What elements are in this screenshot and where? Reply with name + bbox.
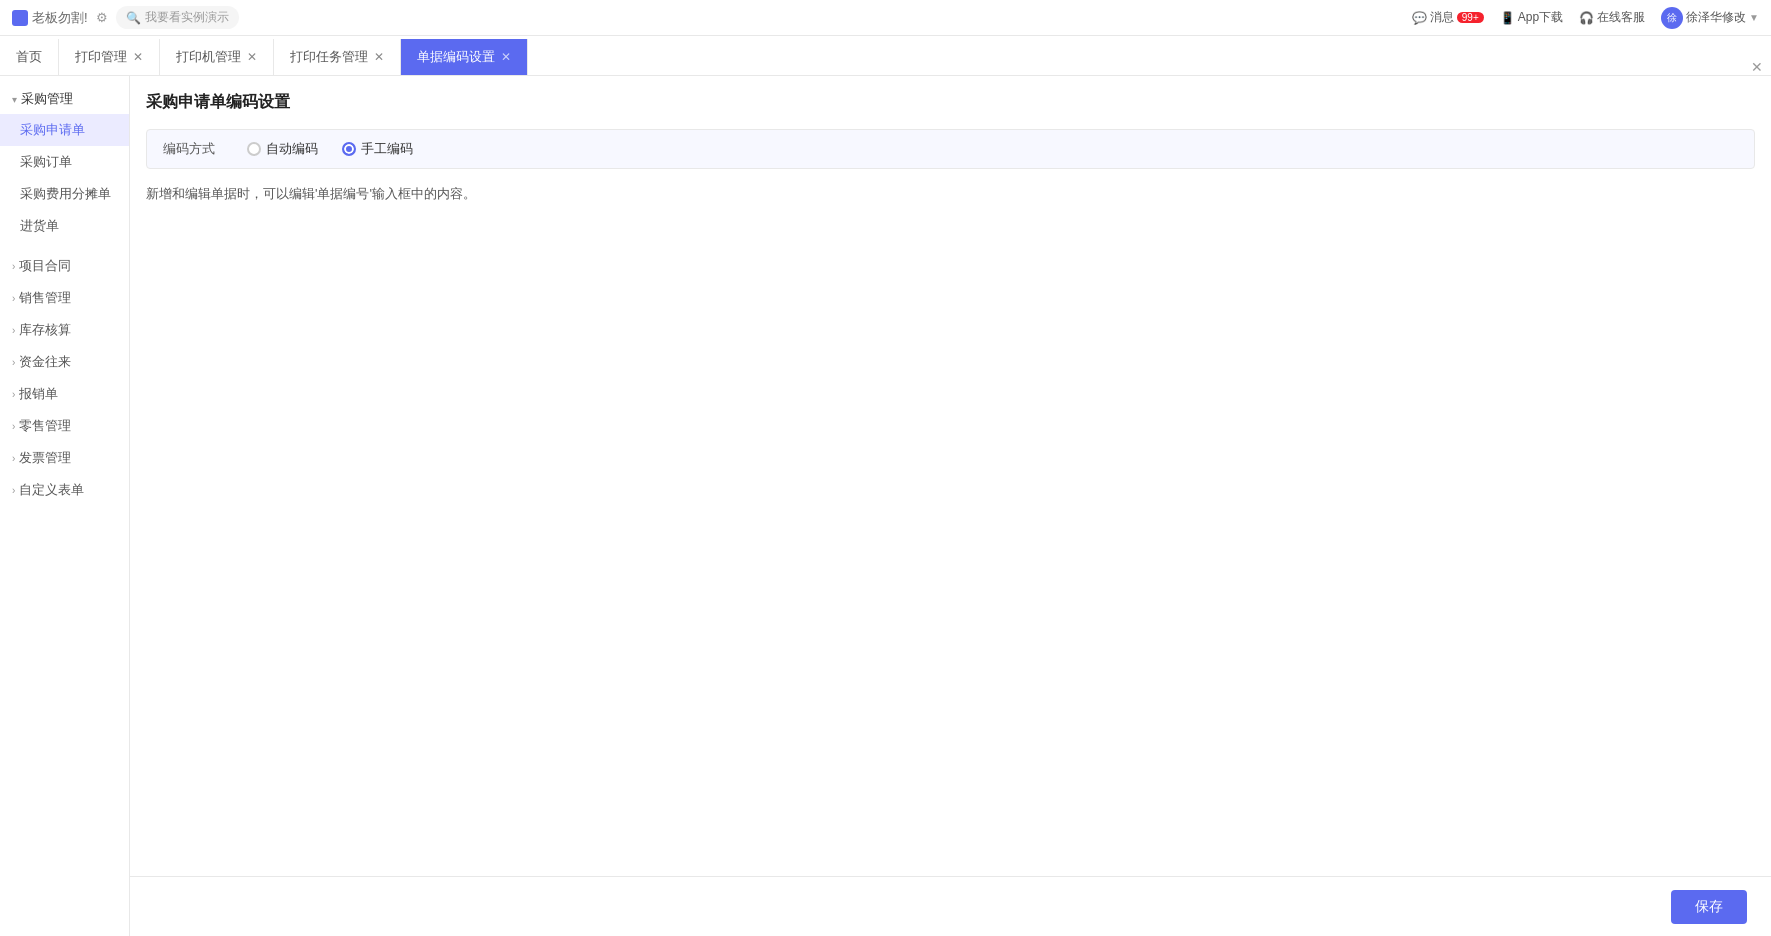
radio-auto-label: 自动编码 (266, 140, 318, 158)
sidebar-label-expense-claim: 报销单 (19, 385, 58, 403)
tab-encoding-settings[interactable]: 单据编码设置 ✕ (401, 39, 528, 75)
sidebar-item-expense-claim[interactable]: › 报销单 (0, 378, 129, 410)
tab-encoding-settings-label: 单据编码设置 (417, 48, 495, 66)
save-button[interactable]: 保存 (1671, 890, 1747, 924)
tab-close-printer-management[interactable]: ✕ (247, 50, 257, 64)
sidebar-item-stock-in[interactable]: 进货单 (0, 210, 129, 242)
sidebar-item-inventory[interactable]: › 库存核算 (0, 314, 129, 346)
main-layout: ▾ 采购管理 采购申请单 采购订单 采购费用分摊单 进货单 › 项目合同 › 销… (0, 76, 1771, 936)
tab-close-encoding-settings[interactable]: ✕ (501, 50, 511, 64)
sidebar-item-project-contract[interactable]: › 项目合同 (0, 250, 129, 282)
sidebar-label-sales-management: 销售管理 (19, 289, 71, 307)
sidebar-item-purchase-request[interactable]: 采购申请单 (0, 114, 129, 146)
settings-icon[interactable]: ⚙ (96, 10, 108, 25)
page-title: 采购申请单编码设置 (146, 92, 1755, 113)
content-area: 采购申请单编码设置 编码方式 自动编码 手工编码 新增和编辑单据时，可以编辑'单… (130, 76, 1771, 936)
arrow-right-icon-8: › (12, 485, 15, 496)
radio-auto-encoding[interactable]: 自动编码 (247, 140, 318, 158)
sidebar: ▾ 采购管理 采购申请单 采购订单 采购费用分摊单 进货单 › 项目合同 › 销… (0, 76, 130, 936)
encoding-label: 编码方式 (163, 140, 215, 158)
sidebar-item-purchase-order[interactable]: 采购订单 (0, 146, 129, 178)
radio-manual-encoding[interactable]: 手工编码 (342, 140, 413, 158)
sidebar-group-title-procurement[interactable]: ▾ 采购管理 (0, 84, 129, 114)
tab-printer-management[interactable]: 打印机管理 ✕ (160, 39, 274, 75)
content-main: 采购申请单编码设置 编码方式 自动编码 手工编码 新增和编辑单据时，可以编辑'单… (130, 76, 1771, 876)
sidebar-label-invoice: 发票管理 (19, 449, 71, 467)
logo-text: 老板勿割! (32, 9, 88, 27)
app-logo: 老板勿割! (12, 9, 88, 27)
tab-close-print-management[interactable]: ✕ (133, 50, 143, 64)
radio-manual-label: 手工编码 (361, 140, 413, 158)
sidebar-item-invoice[interactable]: › 发票管理 (0, 442, 129, 474)
radio-manual-icon (342, 142, 356, 156)
search-icon: 🔍 (126, 11, 141, 25)
sidebar-item-purchase-expense[interactable]: 采购费用分摊单 (0, 178, 129, 210)
arrow-right-icon-3: › (12, 325, 15, 336)
online-service-button[interactable]: 🎧 在线客服 (1579, 9, 1645, 26)
radio-auto-icon (247, 142, 261, 156)
bottom-bar: 保存 (130, 876, 1771, 936)
arrow-right-icon-4: › (12, 357, 15, 368)
message-button[interactable]: 💬 消息 99+ (1412, 9, 1484, 26)
user-profile[interactable]: 徐 徐泽华修改 ▼ (1661, 7, 1759, 29)
sidebar-item-custom-form[interactable]: › 自定义表单 (0, 474, 129, 506)
sidebar-item-label-purchase-request: 采购申请单 (20, 122, 85, 137)
message-label: 消息 (1430, 9, 1454, 26)
sidebar-label-project-contract: 项目合同 (19, 257, 71, 275)
close-page-icon[interactable]: ✕ (1751, 59, 1763, 75)
tab-printer-management-label: 打印机管理 (176, 48, 241, 66)
app-download-button[interactable]: 📱 App下载 (1500, 9, 1563, 26)
message-icon: 💬 (1412, 11, 1427, 25)
search-text: 我要看实例演示 (145, 9, 229, 26)
sidebar-item-label-stock-in: 进货单 (20, 218, 59, 233)
sidebar-item-capital[interactable]: › 资金往来 (0, 346, 129, 378)
tab-print-management-label: 打印管理 (75, 48, 127, 66)
sidebar-label-retail: 零售管理 (19, 417, 71, 435)
tabs-bar: 首页 打印管理 ✕ 打印机管理 ✕ 打印任务管理 ✕ 单据编码设置 ✕ ✕ (0, 36, 1771, 76)
tab-home[interactable]: 首页 (0, 39, 59, 75)
arrow-right-icon-6: › (12, 421, 15, 432)
app-icon: 📱 (1500, 11, 1515, 25)
sidebar-label-capital: 资金往来 (19, 353, 71, 371)
tab-print-task-management[interactable]: 打印任务管理 ✕ (274, 39, 401, 75)
sidebar-group-procurement: ▾ 采购管理 采购申请单 采购订单 采购费用分摊单 进货单 (0, 76, 129, 250)
service-icon: 🎧 (1579, 11, 1594, 25)
encoding-section: 编码方式 自动编码 手工编码 (146, 129, 1755, 169)
sidebar-item-retail[interactable]: › 零售管理 (0, 410, 129, 442)
tab-home-label: 首页 (16, 48, 42, 66)
search-bar[interactable]: 🔍 我要看实例演示 (116, 6, 239, 29)
arrow-right-icon-7: › (12, 453, 15, 464)
tab-close-print-task-management[interactable]: ✕ (374, 50, 384, 64)
online-service-label: 在线客服 (1597, 9, 1645, 26)
logo-icon (12, 10, 28, 26)
top-bar-right: 💬 消息 99+ 📱 App下载 🎧 在线客服 徐 徐泽华修改 ▼ (1412, 7, 1759, 29)
arrow-right-icon-5: › (12, 389, 15, 400)
sidebar-item-sales-management[interactable]: › 销售管理 (0, 282, 129, 314)
top-bar-left: 老板勿割! ⚙ 🔍 我要看实例演示 (12, 6, 239, 29)
arrow-icon: ▾ (12, 94, 17, 105)
chevron-down-icon: ▼ (1749, 12, 1759, 23)
message-badge: 99+ (1457, 12, 1484, 23)
arrow-right-icon-2: › (12, 293, 15, 304)
sidebar-group-label-procurement: 采购管理 (21, 90, 73, 108)
arrow-right-icon: › (12, 261, 15, 272)
avatar: 徐 (1661, 7, 1683, 29)
user-name: 徐泽华修改 (1686, 9, 1746, 26)
tab-print-management[interactable]: 打印管理 ✕ (59, 39, 160, 75)
sidebar-label-inventory: 库存核算 (19, 321, 71, 339)
app-download-label: App下载 (1518, 9, 1563, 26)
top-bar: 老板勿割! ⚙ 🔍 我要看实例演示 💬 消息 99+ 📱 App下载 🎧 在线客… (0, 0, 1771, 36)
sidebar-item-label-purchase-expense: 采购费用分摊单 (20, 186, 111, 201)
info-text: 新增和编辑单据时，可以编辑'单据编号'输入框中的内容。 (146, 185, 1755, 203)
sidebar-label-custom-form: 自定义表单 (19, 481, 84, 499)
tab-print-task-management-label: 打印任务管理 (290, 48, 368, 66)
sidebar-item-label-purchase-order: 采购订单 (20, 154, 72, 169)
